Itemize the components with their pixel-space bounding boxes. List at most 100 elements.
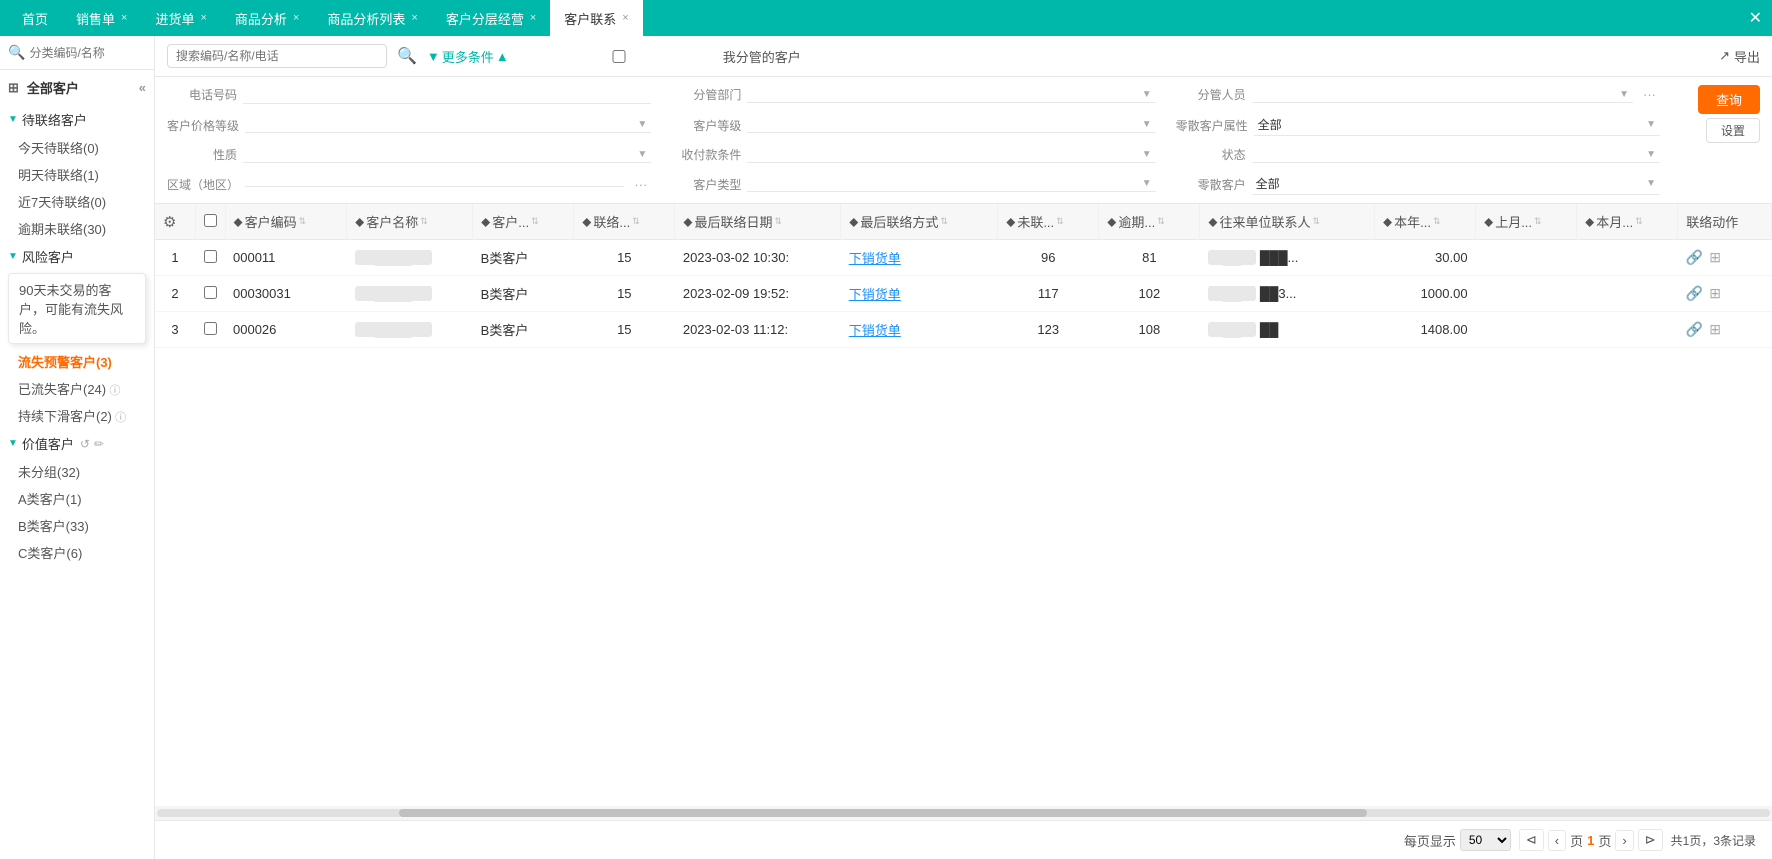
nature-select[interactable]: ▼ bbox=[243, 147, 651, 163]
sidebar-item-overdue-contact[interactable]: 逾期未联络(30) bbox=[0, 215, 154, 242]
th-contact-num[interactable]: ⬥联络...⇅ bbox=[574, 204, 675, 240]
nav-analysis-list-label: 商品分析列表 bbox=[327, 9, 405, 28]
th-unlisted[interactable]: ⬥未联...⇅ bbox=[998, 204, 1099, 240]
my-customers-checkbox[interactable] bbox=[519, 50, 719, 63]
retail-customer-select[interactable]: 全部 ▼ bbox=[1252, 173, 1660, 195]
action-link-icon[interactable]: 🔗 bbox=[1686, 321, 1703, 338]
cell-last-method[interactable]: 下销货单 bbox=[841, 312, 998, 348]
nav-item-sales[interactable]: 销售单 × bbox=[62, 0, 141, 36]
nav-item-analysis[interactable]: 商品分析 × bbox=[221, 0, 313, 36]
area-dots[interactable]: ··· bbox=[630, 177, 651, 192]
action-link-icon[interactable]: 🔗 bbox=[1686, 285, 1703, 302]
th-name[interactable]: ⬥客户名称⇅ bbox=[347, 204, 473, 240]
export-icon: ↗ bbox=[1719, 48, 1730, 64]
cell-checkbox[interactable] bbox=[195, 240, 225, 276]
export-button[interactable]: ↗ 导出 bbox=[1719, 47, 1760, 66]
sidebar-item-churn-warning[interactable]: 流失预警客户(3) bbox=[0, 348, 154, 375]
cell-actions[interactable]: 🔗 ⊞ bbox=[1678, 240, 1772, 276]
nav-analysis-list-close[interactable]: × bbox=[411, 12, 417, 24]
person-select[interactable]: ▼ bbox=[1252, 87, 1633, 103]
nav-analysis-close[interactable]: × bbox=[293, 12, 299, 24]
sidebar-item-declining[interactable]: 持续下滑客户(2) ⓘ bbox=[0, 402, 154, 429]
th-code[interactable]: ⬥客户编码⇅ bbox=[225, 204, 347, 240]
select-all-checkbox[interactable] bbox=[204, 214, 217, 227]
filter-actions: 查询 设置 bbox=[1698, 85, 1760, 143]
scrollbar-thumb[interactable] bbox=[399, 809, 1367, 817]
nav-item-analysis-list[interactable]: 商品分析列表 × bbox=[313, 0, 431, 36]
value-edit-icon[interactable]: ↺ bbox=[80, 437, 90, 451]
price-level-select[interactable]: ▼ bbox=[245, 117, 651, 133]
sidebar-item-7days[interactable]: 近7天待联络(0) bbox=[0, 188, 154, 215]
value-settings-icon[interactable]: ✏ bbox=[94, 437, 104, 451]
status-select[interactable]: ▼ bbox=[1252, 147, 1660, 163]
nav-item-customer-tier[interactable]: 客户分层经营 × bbox=[432, 0, 550, 36]
action-grid-icon[interactable]: ⊞ bbox=[1709, 249, 1721, 266]
action-grid-icon[interactable]: ⊞ bbox=[1709, 285, 1721, 302]
th-this-year[interactable]: ⬥本年...⇅ bbox=[1374, 204, 1475, 240]
th-last-date[interactable]: ⬥最后联络日期⇅ bbox=[675, 204, 841, 240]
person-dots[interactable]: ··· bbox=[1639, 87, 1660, 102]
cell-checkbox[interactable] bbox=[195, 276, 225, 312]
cell-overdue: 108 bbox=[1099, 312, 1200, 348]
per-page-select[interactable]: 50 100 200 bbox=[1460, 829, 1511, 851]
nav-item-home[interactable]: 首页 bbox=[8, 0, 62, 36]
cell-actions[interactable]: 🔗 ⊞ bbox=[1678, 276, 1772, 312]
my-customers-checkbox-label[interactable]: 我分管的客户 bbox=[519, 47, 801, 66]
area-select[interactable] bbox=[245, 182, 624, 187]
nav-sales-close[interactable]: × bbox=[121, 12, 127, 24]
th-this-month[interactable]: ⬥本月...⇅ bbox=[1577, 204, 1678, 240]
sidebar-item-class-b[interactable]: B类客户(33) bbox=[0, 512, 154, 539]
sidebar-collapse-icon[interactable]: « bbox=[139, 80, 146, 95]
cell-last-method[interactable]: 下销货单 bbox=[841, 240, 998, 276]
horizontal-scrollbar[interactable] bbox=[155, 806, 1772, 820]
sidebar-item-tomorrow[interactable]: 明天待联络(1) bbox=[0, 161, 154, 188]
dept-select[interactable]: ▼ bbox=[747, 87, 1155, 103]
th-last-month[interactable]: ⬥上月...⇅ bbox=[1476, 204, 1577, 240]
sidebar-search-input[interactable] bbox=[29, 46, 146, 60]
query-button[interactable]: 查询 bbox=[1698, 85, 1760, 114]
customer-type-select[interactable]: ▼ bbox=[747, 176, 1155, 192]
cell-actions[interactable]: 🔗 ⊞ bbox=[1678, 312, 1772, 348]
cell-checkbox[interactable] bbox=[195, 312, 225, 348]
action-link-icon[interactable]: 🔗 bbox=[1686, 249, 1703, 266]
per-page-label: 每页显示 bbox=[1404, 831, 1456, 850]
search-input[interactable] bbox=[167, 44, 387, 68]
nav-item-customer-contact[interactable]: 客户联系 × bbox=[550, 0, 642, 36]
sidebar-item-class-a[interactable]: A类客户(1) bbox=[0, 485, 154, 512]
th-overdue[interactable]: ⬥逾期...⇅ bbox=[1099, 204, 1200, 240]
more-conditions-btn[interactable]: ▼ 更多条件 ▲ bbox=[427, 47, 509, 66]
sidebar-group-risk[interactable]: ▼ 风险客户 bbox=[0, 242, 154, 271]
sidebar-group-pending[interactable]: ▼ 待联络客户 bbox=[0, 105, 154, 134]
next-page-btn[interactable]: › bbox=[1615, 830, 1633, 851]
nav-close-all-button[interactable]: ✕ bbox=[1749, 8, 1762, 28]
pagination-control: ⊲ ‹ 页 1 页 › ⊳ bbox=[1519, 829, 1663, 851]
phone-input[interactable] bbox=[243, 85, 651, 104]
last-page-btn[interactable]: ⊳ bbox=[1638, 829, 1663, 851]
sidebar-group-value[interactable]: ▼ 价值客户 ↺ ✏ bbox=[0, 429, 154, 458]
th-last-method[interactable]: ⬥最后联络方式⇅ bbox=[841, 204, 998, 240]
sidebar-item-ungrouped[interactable]: 未分组(32) bbox=[0, 458, 154, 485]
sidebar-header: ⊞ 全部客户 « bbox=[0, 70, 154, 105]
customer-level-select[interactable]: ▼ bbox=[747, 117, 1155, 133]
cell-last-method[interactable]: 下销货单 bbox=[841, 276, 998, 312]
nav-item-purchase[interactable]: 进货单 × bbox=[141, 0, 220, 36]
table-settings-icon[interactable]: ⚙ bbox=[163, 214, 176, 231]
cell-level: B类客户 bbox=[473, 240, 574, 276]
settings-button[interactable]: 设置 bbox=[1706, 118, 1760, 143]
sidebar-item-churned[interactable]: 已流失客户(24) ⓘ bbox=[0, 375, 154, 402]
sidebar-item-class-c[interactable]: C类客户(6) bbox=[0, 539, 154, 566]
nav-purchase-close[interactable]: × bbox=[200, 12, 206, 24]
nav-customer-contact-close[interactable]: × bbox=[622, 12, 628, 24]
prev-page-btn[interactable]: ‹ bbox=[1548, 830, 1566, 851]
nav-customer-tier-close[interactable]: × bbox=[530, 12, 536, 24]
first-page-btn[interactable]: ⊲ bbox=[1519, 829, 1544, 851]
sidebar-item-today[interactable]: 今天待联络(0) bbox=[0, 134, 154, 161]
retail-attr-select[interactable]: 全部 ▼ bbox=[1254, 114, 1660, 136]
price-level-label: 客户价格等级 bbox=[167, 117, 239, 134]
th-level[interactable]: ⬥客户...⇅ bbox=[473, 204, 574, 240]
status-label: 状态 bbox=[1176, 146, 1246, 163]
action-grid-icon[interactable]: ⊞ bbox=[1709, 321, 1721, 338]
payment-select[interactable]: ▼ bbox=[747, 147, 1155, 163]
search-button[interactable]: 🔍 bbox=[397, 46, 417, 66]
th-contact-person[interactable]: ⬥往来单位联系人⇅ bbox=[1200, 204, 1375, 240]
